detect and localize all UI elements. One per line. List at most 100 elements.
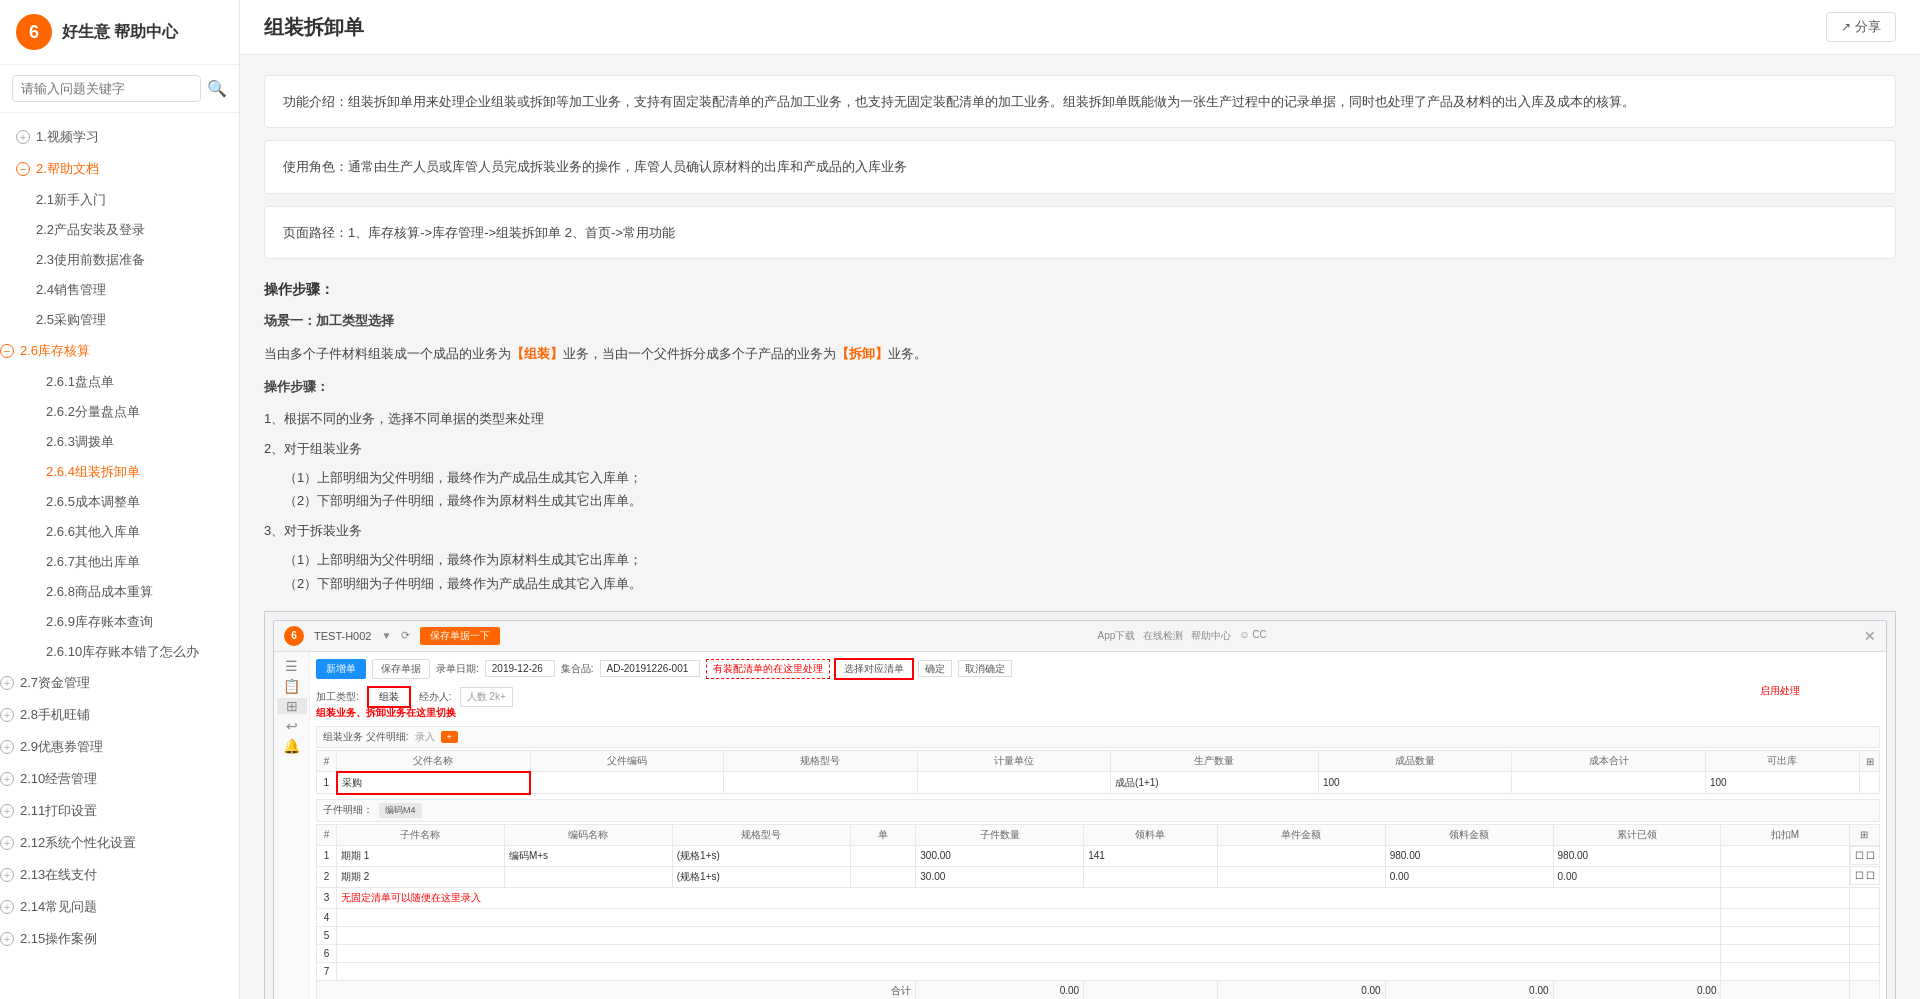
nav-item-coupon[interactable]: + 2.9优惠券管理 <box>0 731 239 763</box>
table-row: 5 <box>317 926 1880 944</box>
step2-sub1: （1）上部明细为父件明细，最终作为产成品生成其它入库单； <box>264 466 1896 489</box>
mock-bom-select: 选择对应清单 <box>834 658 914 680</box>
nav-item-print[interactable]: + 2.11打印设置 <box>0 795 239 827</box>
brand-name: 好生意 帮助中心 <box>62 22 178 43</box>
nav-item-cases[interactable]: + 2.15操作案例 <box>0 923 239 955</box>
cases-expand-icon: + <box>0 932 14 946</box>
path-text: 页面路径：1、库存核算->库存管理->组装拆卸单 2、首页->常用功能 <box>283 225 675 240</box>
role-box: 使用角色：通常由生产人员或库管人员完成拆装业务的操作，库管人员确认原材料的出库和… <box>264 140 1896 193</box>
mock-close-btn: ✕ <box>1864 628 1876 644</box>
system-expand-icon: + <box>0 836 14 850</box>
mock-link-diagnose: 在线检测 <box>1143 629 1183 643</box>
nav-item-system[interactable]: + 2.12系统个性化设置 <box>0 827 239 859</box>
table-row: 6 <box>317 944 1880 962</box>
nav-item-payment-label: 2.13在线支付 <box>20 866 97 884</box>
table-row: 4 <box>317 908 1880 926</box>
steps-section: 操作步骤： 场景一：加工类型选择 当由多个子件材料组装成一个成品的业务为【组装】… <box>264 271 1896 601</box>
sidebar-item-sales[interactable]: 2.4销售管理 <box>36 275 239 305</box>
nav-item-faq[interactable]: + 2.14常见问题 <box>0 891 239 923</box>
nav-item-mobile[interactable]: + 2.8手机旺铺 <box>0 699 239 731</box>
print-expand-icon: + <box>0 804 14 818</box>
sidebar-item-transfer[interactable]: 2.6.3调拨单 <box>46 427 239 457</box>
nav-item-ops[interactable]: + 2.10经营管理 <box>0 763 239 795</box>
mock-nav-icon-4: ↩ <box>286 718 298 734</box>
nav-item-video[interactable]: + 1.视频学习 <box>0 121 239 153</box>
nav-item-payment[interactable]: + 2.13在线支付 <box>0 859 239 891</box>
mobile-expand-icon: + <box>0 708 14 722</box>
mock-left-nav: ☰ 📋 ⊞ ↩ 🔔 <box>274 652 310 999</box>
sidebar-item-new-user[interactable]: 2.1新手入门 <box>36 185 239 215</box>
mock-body: ☰ 📋 ⊞ ↩ 🔔 新增单 保存单据 录单日期: <box>274 652 1886 999</box>
role-text: 使用角色：通常由生产人员或库管人员完成拆装业务的操作，库管人员确认原材料的出库和… <box>283 159 907 174</box>
step2-sub2: （2）下部明细为子件明细，最终作为原材料生成其它出库单。 <box>264 489 1896 512</box>
mock-tab-save: 保存单据 <box>372 659 430 679</box>
nav-item-mobile-label: 2.8手机旺铺 <box>20 706 90 724</box>
sidebar-item-other-in[interactable]: 2.6.6其他入库单 <box>46 517 239 547</box>
search-button[interactable]: 🔍 <box>207 79 227 98</box>
nav-item-help-docs[interactable]: − 2.帮助文档 <box>0 153 239 185</box>
expand-icon: + <box>16 130 30 144</box>
mock-date-input: 2019-12-26 <box>485 660 555 677</box>
mock-callout-enable: 启用处理 <box>1760 684 1800 698</box>
ops-expand-icon: + <box>0 772 14 786</box>
mock-app-id: TEST-H002 <box>314 630 371 642</box>
page-title: 组装拆卸单 <box>264 14 364 41</box>
nav-item-finance[interactable]: + 2.7资金管理 <box>0 667 239 699</box>
mock-ref-label: 集合品: <box>561 662 594 676</box>
nav-item-help-docs-label: 2.帮助文档 <box>36 160 99 178</box>
sidebar-item-assembly[interactable]: 2.6.4组装拆卸单 <box>46 457 239 487</box>
mock-header-links: App下载 在线检测 帮助中心 ☺ CC <box>1098 629 1267 643</box>
sidebar-item-stocktake[interactable]: 2.6.1盘点单 <box>46 367 239 397</box>
search-input[interactable] <box>12 75 201 102</box>
step3-sub1: （1）上部明细为父件明细，最终作为原材料生成其它出库单； <box>264 548 1896 571</box>
mock-tab-new: 新增单 <box>316 659 366 679</box>
logo-area: 6 好生意 帮助中心 <box>0 0 239 65</box>
sidebar-item-cost-adjust[interactable]: 2.6.5成本调整单 <box>46 487 239 517</box>
mock-bottom-table-wrapper: 子件明细： 编码M4 # 子件名称 编码名称 <box>316 799 1880 999</box>
table-row: 7 <box>317 962 1880 980</box>
sidebar-item-purchase[interactable]: 2.5采购管理 <box>36 305 239 335</box>
screenshot: 6 TEST-H002 ▼ ⟳ 保存单据一下 App下载 在线检测 帮助中心 ☺… <box>264 611 1896 999</box>
mock-nav-icon-1: ☰ <box>285 658 298 674</box>
mock-primary-btn: 保存单据一下 <box>420 627 500 645</box>
sidebar-item-data-prep[interactable]: 2.3使用前数据准备 <box>36 245 239 275</box>
nav-item-system-label: 2.12系统个性化设置 <box>20 834 136 852</box>
mock-person-label: 经办人: <box>419 690 452 704</box>
mock-main-area: 新增单 保存单据 录单日期: 2019-12-26 集合品: AD-201912… <box>310 652 1886 999</box>
mock-window: 6 TEST-H002 ▼ ⟳ 保存单据一下 App下载 在线检测 帮助中心 ☺… <box>273 620 1887 999</box>
scene1-desc: 当由多个子件材料组装成一个成品的业务为【组装】业务，当由一个父件拆分成多个子产品… <box>264 342 1896 367</box>
mock-action-btns: 确定 取消确定 <box>918 662 1013 676</box>
sidebar-item-cost-recalc[interactable]: 2.6.8商品成本重算 <box>46 577 239 607</box>
step2: 2、对于组装业务 <box>264 437 1896 460</box>
nav-item-coupon-label: 2.9优惠券管理 <box>20 738 103 756</box>
mock-logo: 6 <box>284 626 304 646</box>
mock-bottom-table: # 子件名称 编码名称 规格型号 单 子件数量 领料单 单件金额 <box>316 824 1880 999</box>
sidebar-item-install[interactable]: 2.2产品安装及登录 <box>36 215 239 245</box>
faq-expand-icon: + <box>0 900 14 914</box>
mock-type-row: 加工类型: 组装 经办人: 人数 2k+ 组装业务、拆卸业务在这里切换 启用处理 <box>316 686 1880 708</box>
steps-heading: 操作步骤： <box>264 281 1896 299</box>
mock-callout-switch: 组装业务、拆卸业务在这里切换 <box>316 706 456 720</box>
step3: 3、对于拆装业务 <box>264 519 1896 542</box>
mock-annotation-area-1: 有装配清单的在这里处理 选择对应清单 确定 取消确定 <box>706 658 1013 680</box>
mock-link-app: App下载 <box>1098 629 1136 643</box>
logo-icon: 6 <box>16 14 52 50</box>
table-row: 2 期期 2 (规格1+s) 30.00 <box>317 866 1880 887</box>
sidebar-item-other-out[interactable]: 2.6.7其他出库单 <box>46 547 239 577</box>
share-label: 分享 <box>1855 18 1881 36</box>
scene1-heading: 场景一：加工类型选择 <box>264 309 1896 334</box>
inventory-collapse-icon: − <box>0 344 14 358</box>
nav-item-finance-label: 2.7资金管理 <box>20 674 90 692</box>
path-box: 页面路径：1、库存核算->库存管理->组装拆卸单 2、首页->常用功能 <box>264 206 1896 259</box>
content-area: 功能介绍：组装拆卸单用来处理企业组装或拆卸等加工业务，支持有固定装配清单的产品加… <box>240 55 1920 999</box>
sidebar-item-ledger-fix[interactable]: 2.6.10库存账本错了怎么办 <box>46 637 239 667</box>
nav-item-inventory[interactable]: − 2.6库存核算 <box>0 335 239 367</box>
sidebar-item-partial-stocktake[interactable]: 2.6.2分量盘点单 <box>46 397 239 427</box>
share-button[interactable]: ↗ 分享 <box>1826 12 1896 42</box>
table-row: 1 期期 1 编码M+s (规格1+s) 300.00 141 <box>317 845 1880 866</box>
mock-toolbar: 新增单 保存单据 录单日期: 2019-12-26 集合品: AD-201912… <box>316 658 1880 680</box>
mock-type-selector: 组装 <box>367 686 411 708</box>
mock-link-user: ☺ CC <box>1239 629 1266 643</box>
sidebar-item-ledger[interactable]: 2.6.9库存账本查询 <box>46 607 239 637</box>
step1: 1、根据不同的业务，选择不同单据的类型来处理 <box>264 407 1896 430</box>
